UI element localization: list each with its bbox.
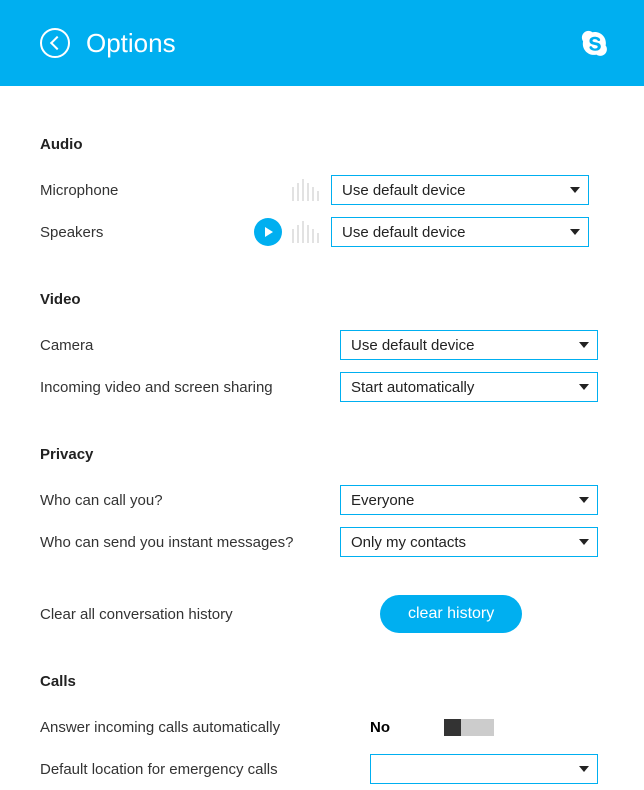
camera-select[interactable]: Use default device <box>340 330 598 360</box>
row-auto-answer: Answer incoming calls automatically No <box>40 706 604 748</box>
who-im-select-value: Only my contacts <box>351 534 466 551</box>
skype-logo-icon <box>580 28 610 58</box>
row-speakers: Speakers Use default device <box>40 211 604 253</box>
section-title-video: Video <box>40 291 604 308</box>
chevron-down-icon <box>579 384 589 390</box>
who-call-select[interactable]: Everyone <box>340 485 598 515</box>
test-speakers-button[interactable] <box>254 218 282 246</box>
back-arrow-icon <box>49 36 63 50</box>
toggle-knob <box>444 719 461 736</box>
row-camera: Camera Use default device <box>40 324 604 366</box>
microphone-select-value: Use default device <box>342 182 465 199</box>
default-location-label: Default location for emergency calls <box>40 761 370 778</box>
chevron-down-icon <box>579 497 589 503</box>
row-default-location: Default location for emergency calls <box>40 748 604 790</box>
page-title: Options <box>86 28 176 59</box>
who-call-label: Who can call you? <box>40 492 340 509</box>
header-bar: Options <box>0 0 644 86</box>
section-video: Video Camera Use default device Incoming… <box>40 291 604 408</box>
microphone-controls: Use default device <box>254 175 604 205</box>
default-location-control <box>370 754 604 784</box>
section-calls: Calls Answer incoming calls automaticall… <box>40 673 604 790</box>
chevron-down-icon <box>579 342 589 348</box>
chevron-down-icon <box>579 766 589 772</box>
camera-label: Camera <box>40 337 340 354</box>
back-button[interactable] <box>40 28 70 58</box>
camera-select-value: Use default device <box>351 337 474 354</box>
microphone-select[interactable]: Use default device <box>331 175 589 205</box>
auto-answer-toggle[interactable] <box>444 719 494 736</box>
speakers-label: Speakers <box>40 224 254 241</box>
section-privacy: Privacy Who can call you? Everyone Who c… <box>40 446 604 635</box>
who-im-select[interactable]: Only my contacts <box>340 527 598 557</box>
chevron-down-icon <box>570 229 580 235</box>
section-audio: Audio Microphone Use default device <box>40 136 604 253</box>
incoming-video-label: Incoming video and screen sharing <box>40 379 340 396</box>
incoming-video-select[interactable]: Start automatically <box>340 372 598 402</box>
section-title-audio: Audio <box>40 136 604 153</box>
row-who-im: Who can send you instant messages? Only … <box>40 521 604 563</box>
row-incoming-video: Incoming video and screen sharing Start … <box>40 366 604 408</box>
who-im-label: Who can send you instant messages? <box>40 534 340 551</box>
clear-history-label: Clear all conversation history <box>40 606 340 623</box>
row-who-call: Who can call you? Everyone <box>40 479 604 521</box>
chevron-down-icon <box>579 539 589 545</box>
chevron-down-icon <box>570 187 580 193</box>
speakers-select[interactable]: Use default device <box>331 217 589 247</box>
auto-answer-control: No <box>370 719 604 736</box>
auto-answer-value: No <box>370 719 390 736</box>
incoming-video-select-value: Start automatically <box>351 379 474 396</box>
section-title-calls: Calls <box>40 673 604 690</box>
who-call-select-value: Everyone <box>351 492 414 509</box>
clear-history-button[interactable]: clear history <box>380 595 522 633</box>
speakers-controls: Use default device <box>254 217 604 247</box>
speakers-level-icon <box>292 221 319 243</box>
section-title-privacy: Privacy <box>40 446 604 463</box>
row-microphone: Microphone Use default device <box>40 169 604 211</box>
microphone-level-icon <box>292 179 319 201</box>
default-location-select[interactable] <box>370 754 598 784</box>
microphone-label: Microphone <box>40 182 254 199</box>
content-area: Audio Microphone Use default device <box>0 86 644 790</box>
auto-answer-label: Answer incoming calls automatically <box>40 719 370 736</box>
speakers-select-value: Use default device <box>342 224 465 241</box>
play-icon <box>265 227 273 237</box>
row-clear-history: Clear all conversation history clear his… <box>40 593 604 635</box>
